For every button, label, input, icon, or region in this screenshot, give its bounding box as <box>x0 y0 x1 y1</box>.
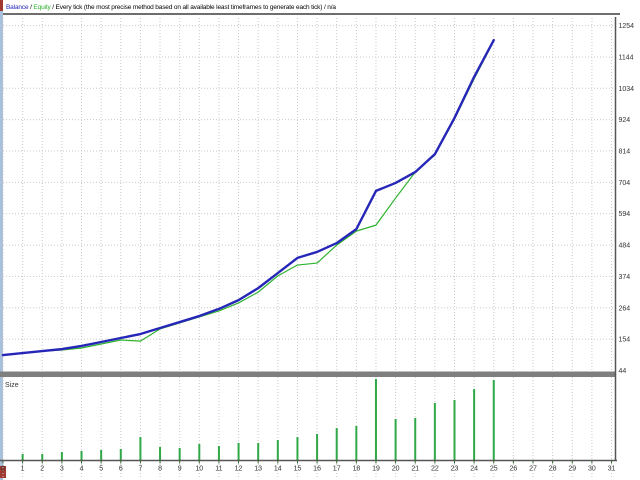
x-axis-label: 7 <box>138 466 142 473</box>
x-axis-label: 28 <box>549 466 557 473</box>
x-axis-label: 21 <box>411 466 419 473</box>
x-axis-label: 11 <box>215 466 222 473</box>
x-axis-label: 2 <box>40 466 44 473</box>
x-axis-label: 4 <box>80 466 84 473</box>
y-axis-label: 814 <box>619 149 631 156</box>
x-axis-label: 24 <box>470 466 478 473</box>
x-axis-label: 13 <box>254 466 262 473</box>
y-axis-label: 704 <box>619 180 631 187</box>
x-axis-label: 17 <box>333 466 341 473</box>
x-axis-label: 14 <box>274 466 282 473</box>
x-axis-label: 3 <box>60 466 64 473</box>
grid-lines <box>0 18 616 478</box>
x-axis-label: 12 <box>235 466 243 473</box>
y-axis-label: 44 <box>619 368 627 375</box>
x-axis-label: 31 <box>608 466 616 473</box>
y-axis-label: 1254 <box>619 23 635 30</box>
x-axis-label: 10 <box>195 466 203 473</box>
x-axis-label: 16 <box>313 466 321 473</box>
x-axis-label: 6 <box>119 466 123 473</box>
y-axis-label: 924 <box>619 117 631 124</box>
y-axis-label: 484 <box>619 243 631 250</box>
y-axis-label: 154 <box>619 337 631 344</box>
x-axis-labels: 0 1 2 3 4 5 6 7 8 9 10 11 12 13 14 15 16 17 18 19 20 21 22 23 24… <box>1 461 616 473</box>
x-axis-label: 19 <box>372 466 380 473</box>
x-axis-label: 26 <box>509 466 517 473</box>
x-axis-label: 5 <box>99 466 103 473</box>
backtest-graph[interactable]: 125411441034924814704594484374264154440 1… <box>0 0 640 480</box>
x-axis-label: 29 <box>568 466 576 473</box>
x-axis-label: 30 <box>588 466 596 473</box>
x-axis-label: 15 <box>294 466 302 473</box>
y-axis-label: 1034 <box>619 86 635 93</box>
size-panel-label: Size <box>5 382 19 389</box>
x-axis-label: 25 <box>490 466 498 473</box>
x-axis-label: 1 <box>21 466 25 473</box>
x-axis-label: 20 <box>392 466 400 473</box>
panel-separator <box>0 371 616 377</box>
x-axis-label: 27 <box>529 466 537 473</box>
x-axis-label: 0 <box>1 466 5 473</box>
x-axis-label: 9 <box>178 466 182 473</box>
x-axis-label: 8 <box>158 466 162 473</box>
y-axis-label: 594 <box>619 211 631 218</box>
y-axis-label: 1144 <box>619 54 634 61</box>
x-axis-label: 18 <box>352 466 360 473</box>
y-axis-label: 374 <box>619 274 631 281</box>
axis-frame <box>0 17 617 462</box>
y-axis-labels: 1254 1144 1034 924 814 704 594 484 374 264 154 44 <box>619 23 635 375</box>
backtest-report-page: { "header": { "balance_label": "Balance"… <box>0 0 640 480</box>
x-axis-label: 22 <box>431 466 439 473</box>
y-axis-label: 264 <box>619 305 631 312</box>
x-axis-label: 23 <box>451 466 459 473</box>
